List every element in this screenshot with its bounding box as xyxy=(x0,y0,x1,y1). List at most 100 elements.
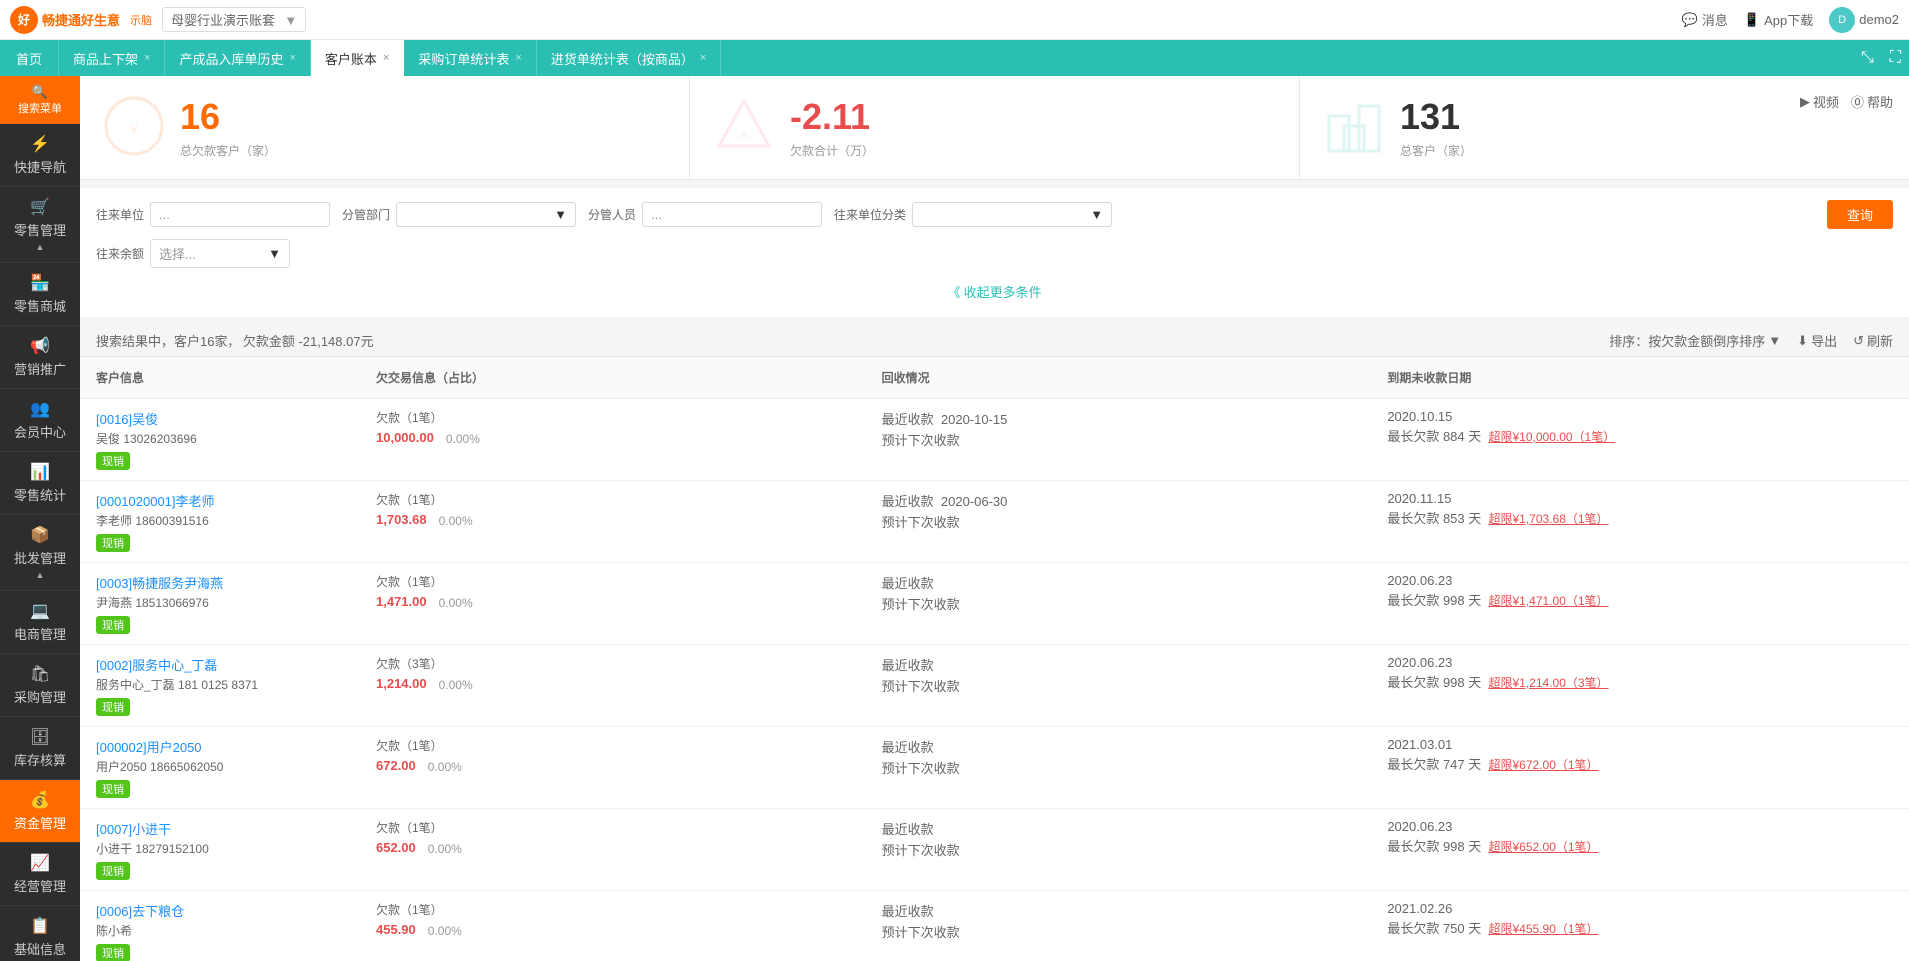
debt-count-5: 欠款（1笔） xyxy=(376,819,882,836)
sidebar-item-wholesale-mgmt[interactable]: 📦 批发管理 ▲ xyxy=(0,515,80,591)
th-due-date: 到期未收款日期 xyxy=(1387,365,1893,390)
filter-label-5: 往来余额 xyxy=(96,245,144,262)
tab-close-customer-account[interactable]: × xyxy=(383,52,389,64)
video-help-button[interactable]: ▶ 视频 xyxy=(1800,92,1839,111)
stat-label-customers: 总欠款客户（家） xyxy=(180,142,276,159)
stat-icon-customers: ¥ xyxy=(104,96,164,159)
export-button[interactable]: ⬇ 导出 xyxy=(1797,331,1837,350)
cell-due-5: 2020.06.23 最长欠款 998 天 超限¥652.00（1笔） xyxy=(1387,819,1893,855)
app-download-button[interactable]: 📱 App下载 xyxy=(1744,10,1813,29)
filter-select-category[interactable]: ▼ xyxy=(912,202,1112,227)
help-icon: ⓪ xyxy=(1851,92,1864,111)
sidebar-item-retail-stats[interactable]: 📊 零售统计 xyxy=(0,452,80,515)
sidebar-item-operations[interactable]: 📈 经营管理 xyxy=(0,843,80,906)
search-icon: 🔍 xyxy=(32,84,48,99)
sort-chevron-icon: ▼ xyxy=(1768,333,1781,348)
debt-amount-4: 672.00 xyxy=(376,758,416,773)
tab-home[interactable]: 首页 xyxy=(0,40,59,76)
overdue-link-0[interactable]: 超限¥10,000.00（1笔） xyxy=(1488,430,1615,444)
filter-customer-category: 往来单位分类 ▼ xyxy=(834,202,1112,227)
search-button[interactable]: 查询 xyxy=(1827,200,1893,229)
tab-products-listing[interactable]: 商品上下架 × xyxy=(59,40,165,76)
filter-person: 分管人员 ... xyxy=(588,202,822,227)
recent-label-0: 最近收款 2020-10-15 xyxy=(882,409,1388,428)
sidebar-item-retail-mgmt[interactable]: 🛒 零售管理 ▲ xyxy=(0,187,80,263)
sidebar: 🔍 搜索菜单 ⚡ 快捷导航 🛒 零售管理 ▲ 🏪 零售商城 📢 营销推广 👥 会… xyxy=(0,76,80,961)
tab-close-products-listing[interactable]: × xyxy=(144,52,150,64)
help-button[interactable]: ⓪ 帮助 xyxy=(1851,92,1893,111)
th-recovery: 回收情况 xyxy=(882,365,1388,390)
cell-debt-2: 欠款（1笔） 1,471.00 0.00% xyxy=(376,573,882,610)
stat-icon-total xyxy=(1324,96,1384,159)
overdue-link-6[interactable]: 超限¥455.90（1笔） xyxy=(1488,922,1598,936)
overdue-link-4[interactable]: 超限¥672.00（1笔） xyxy=(1488,758,1598,772)
message-button[interactable]: 💬 消息 xyxy=(1682,10,1728,29)
debt-count-4: 欠款（1笔） xyxy=(376,737,882,754)
filter-area: 往来单位 ... 分管部门 ▼ 分管人员 ... xyxy=(80,188,1909,317)
filter-select-department[interactable]: ▼ xyxy=(396,202,576,227)
sidebar-item-marketing[interactable]: 📢 营销推广 xyxy=(0,326,80,389)
customer-name-6[interactable]: [0006]去下粮仓 xyxy=(96,901,376,920)
tag-now-5: 现销 xyxy=(96,862,130,880)
filter-label-2: 分管部门 xyxy=(342,206,390,223)
tab-maximize-button[interactable]: ⛶ xyxy=(1882,49,1909,67)
customer-name-3[interactable]: [0002]服务中心_丁磊 xyxy=(96,655,376,674)
collapse-icon: 《 xyxy=(947,285,960,300)
refresh-button[interactable]: ↺ 刷新 xyxy=(1853,331,1893,350)
customer-name-4[interactable]: [000002]用户2050 xyxy=(96,737,376,756)
filter-input-customer-unit[interactable]: ... xyxy=(150,202,330,227)
tab-goods-stats[interactable]: 进货单统计表（按商品） × xyxy=(537,40,721,76)
sidebar-item-quick-nav[interactable]: ⚡ 快捷导航 xyxy=(0,124,80,187)
overdue-link-5[interactable]: 超限¥652.00（1笔） xyxy=(1488,840,1598,854)
sidebar-item-finance[interactable]: 💰 资金管理 xyxy=(0,780,80,843)
sidebar-item-inventory[interactable]: 🗄 库存核算 xyxy=(0,717,80,780)
collapse-more-button[interactable]: 《 收起更多条件 xyxy=(96,278,1893,305)
filter-select-balance[interactable]: 选择... ▼ xyxy=(150,239,290,268)
overdue-link-3[interactable]: 超限¥1,214.00（3笔） xyxy=(1488,676,1608,690)
quick-nav-icon: ⚡ xyxy=(30,134,50,154)
cell-recovery-4: 最近收款 预计下次收款 xyxy=(882,737,1388,777)
sidebar-item-member-center[interactable]: 👥 会员中心 xyxy=(0,389,80,452)
stat-card-total-debt: ⚠ -2.11 欠款合计（万） xyxy=(690,76,1300,179)
tag-now-1: 现销 xyxy=(96,534,130,552)
sidebar-item-purchase-mgmt[interactable]: 🛍 采购管理 xyxy=(0,654,80,717)
tab-purchase-history[interactable]: 产成品入库单历史 × xyxy=(165,40,310,76)
user-menu[interactable]: D demo2 xyxy=(1829,7,1899,33)
overdue-link-1[interactable]: 超限¥1,703.68（1笔） xyxy=(1488,512,1608,526)
company-selector[interactable]: 母婴行业演示账套 ▼ xyxy=(162,7,306,32)
customer-name-5[interactable]: [0007]小进干 xyxy=(96,819,376,838)
overdue-link-2[interactable]: 超限¥1,471.00（1笔） xyxy=(1488,594,1608,608)
tab-close-purchase-orders[interactable]: × xyxy=(515,52,521,64)
filter-input-person[interactable]: ... xyxy=(642,202,822,227)
debt-count-6: 欠款（1笔） xyxy=(376,901,882,918)
filter-customer-unit: 往来单位 ... xyxy=(96,202,330,227)
stat-card-debt-customers: ¥ 16 总欠款客户（家） xyxy=(80,76,690,179)
tab-restore-button[interactable]: ⤡ xyxy=(1853,49,1882,67)
phone-icon: 📱 xyxy=(1744,12,1760,28)
stats-row: ¥ 16 总欠款客户（家） ⚠ -2.11 欠款合计（ xyxy=(80,76,1909,180)
customer-name-1[interactable]: [0001020001]李老师 xyxy=(96,491,376,510)
table-row: [0002]服务中心_丁磊 服务中心_丁磊 181 0125 8371 现销 欠… xyxy=(80,645,1909,727)
tab-close-goods-stats[interactable]: × xyxy=(700,52,706,64)
data-table: 客户信息 欠交易信息（占比） 回收情况 到期未收款日期 [0016]吴俊 吴俊 … xyxy=(80,357,1909,961)
sidebar-item-basic-info[interactable]: 📋 基础信息 xyxy=(0,906,80,961)
cell-debt-1: 欠款（1笔） 1,703.68 0.00% xyxy=(376,491,882,528)
refresh-icon: ↺ xyxy=(1853,333,1864,349)
filter-label-3: 分管人员 xyxy=(588,206,636,223)
tab-close-purchase-history[interactable]: × xyxy=(289,52,295,64)
debt-ratio-1: 0.00% xyxy=(439,514,473,528)
customer-name-0[interactable]: [0016]吴俊 xyxy=(96,409,376,428)
stat-value-total: 131 xyxy=(1400,96,1472,138)
sidebar-search[interactable]: 🔍 搜索菜单 xyxy=(0,76,80,124)
debt-ratio-6: 0.00% xyxy=(428,924,462,938)
customer-name-2[interactable]: [0003]畅捷服务尹海燕 xyxy=(96,573,376,592)
logo-icon: 好 xyxy=(10,6,38,34)
debt-ratio-5: 0.00% xyxy=(428,842,462,856)
tab-purchase-orders[interactable]: 采购订单统计表 × xyxy=(404,40,536,76)
sidebar-item-retail-store[interactable]: 🏪 零售商城 xyxy=(0,263,80,326)
tab-customer-account[interactable]: 客户账本 × xyxy=(311,40,404,76)
cell-due-3: 2020.06.23 最长欠款 998 天 超限¥1,214.00（3笔） xyxy=(1387,655,1893,691)
chevron-down-icon-2: ▼ xyxy=(1090,207,1103,222)
tag-now-4: 现销 xyxy=(96,780,130,798)
sidebar-item-ecommerce[interactable]: 💻 电商管理 xyxy=(0,591,80,654)
